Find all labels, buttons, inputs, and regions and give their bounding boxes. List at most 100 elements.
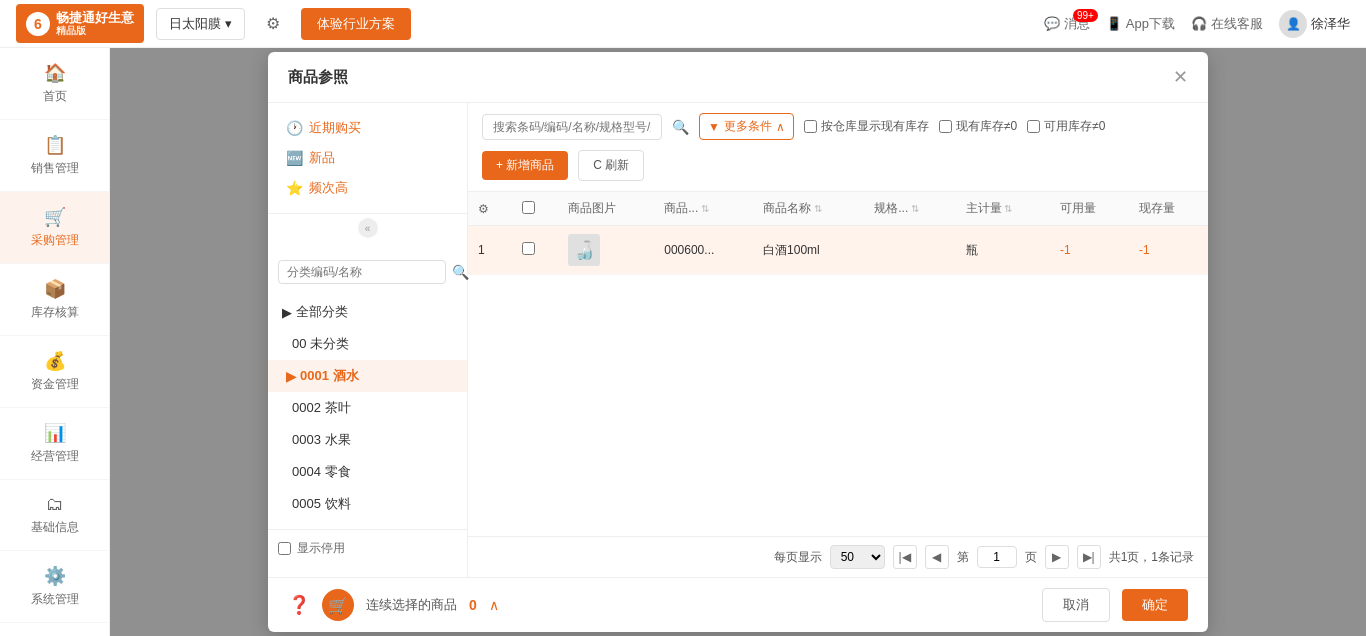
page-total-info: 共1页，1条记录 [1109, 549, 1194, 566]
filter-new[interactable]: 🆕 新品 [278, 143, 457, 173]
checkbox-nonzero[interactable]: 现有库存≠0 [939, 118, 1017, 135]
checkbox-by-warehouse[interactable]: 按仓库显示现有库存 [804, 118, 929, 135]
category-all-label: 全部分类 [296, 303, 348, 321]
page-first-button[interactable]: |◀ [893, 545, 917, 569]
page-number-input[interactable] [977, 546, 1017, 568]
category-0002[interactable]: 0002 茶叶 [268, 392, 467, 424]
page-size-select[interactable]: 50 10 20 100 [830, 545, 885, 569]
filter-frequent[interactable]: ⭐ 频次高 [278, 173, 457, 203]
product-thumbnail: 🍶 [568, 234, 600, 266]
sales-icon: 📋 [44, 134, 66, 156]
sidebar-item-system[interactable]: ⚙️ 系统管理 [0, 551, 109, 623]
show-disabled-checkbox[interactable] [278, 542, 291, 555]
show-disabled-label: 显示停用 [297, 540, 345, 557]
sidebar-item-home[interactable]: 🏠 首页 [0, 48, 109, 120]
right-toolbar: 🔍 ▼ 更多条件 ∧ 按仓库显示现有库存 [468, 103, 1208, 192]
product-search-icon[interactable]: 🔍 [672, 119, 689, 135]
left-panel: 🕐 近期购买 🆕 新品 ⭐ 频次高 [268, 103, 468, 577]
refresh-button[interactable]: C 刷新 [578, 150, 644, 181]
modal-body: 🕐 近期购买 🆕 新品 ⭐ 频次高 [268, 103, 1208, 577]
sidebar-item-sales[interactable]: 📋 销售管理 [0, 120, 109, 192]
modal-title: 商品参照 [288, 68, 348, 87]
help-icon[interactable]: ❓ [288, 594, 310, 616]
col-code[interactable]: 商品... [654, 192, 753, 226]
modal-product-reference: 商品参照 ✕ 🕐 近期购买 🆕 [268, 52, 1208, 632]
app-download-button[interactable]: 📱 App下载 [1106, 15, 1175, 33]
category-0004[interactable]: 0004 零食 [268, 456, 467, 488]
cell-name: 白酒100ml [753, 226, 864, 275]
nonzero-checkbox[interactable] [939, 120, 952, 133]
select-all-checkbox[interactable] [522, 201, 535, 214]
sidebar-label-home: 首页 [43, 88, 67, 105]
content-area: 商品参照 ✕ 🕐 近期购买 🆕 [110, 48, 1366, 636]
sidebar-item-inventory[interactable]: 📦 库存核算 [0, 264, 109, 336]
page-next-button[interactable]: ▶ [1045, 545, 1069, 569]
checkbox-usable-nonzero[interactable]: 可用库存≠0 [1027, 118, 1105, 135]
cell-unit: 瓶 [956, 226, 1050, 275]
category-0005[interactable]: 0005 饮料 [268, 488, 467, 520]
filter-recent-label: 近期购买 [309, 119, 361, 137]
product-table: ⚙ 商品图片 商品... 商品名称 规格... 主计量 可用量 现存量 [468, 192, 1208, 275]
messages-button[interactable]: 💬 消息 99+ [1044, 15, 1090, 33]
sidebar-item-basic[interactable]: 🗂 基础信息 [0, 480, 109, 551]
category-search-input[interactable] [278, 260, 446, 284]
sidebar-item-enterprise[interactable]: 🏢 企业协同 [0, 623, 109, 636]
category-00[interactable]: 00 未分类 [268, 328, 467, 360]
confirm-button[interactable]: 确定 [1122, 589, 1188, 621]
cell-checkbox[interactable] [512, 226, 559, 275]
table-row[interactable]: 1 🍶 000600... 白酒100ml 瓶 [468, 226, 1208, 275]
gear-icon[interactable]: ⚙ [257, 8, 289, 40]
usable-nonzero-checkbox[interactable] [1027, 120, 1040, 133]
category-0008[interactable]: 0008 水 [268, 520, 467, 529]
category-0002-label: 0002 茶叶 [292, 399, 351, 417]
product-search-input[interactable] [482, 114, 662, 140]
dropdown-company[interactable]: 日太阳膜 ▾ [156, 8, 245, 40]
category-search-row: 🔍 [268, 252, 467, 292]
col-available: 可用量 [1050, 192, 1129, 226]
cancel-button[interactable]: 取消 [1042, 588, 1110, 622]
basic-icon: 🗂 [46, 494, 64, 515]
sidebar-label-sales: 销售管理 [31, 160, 79, 177]
collapse-footer-icon[interactable]: ∧ [489, 597, 499, 613]
sidebar-item-finance[interactable]: 💰 资金管理 [0, 336, 109, 408]
user-profile[interactable]: 👤 徐泽华 [1279, 10, 1350, 38]
category-all[interactable]: ▶ 全部分类 [268, 296, 467, 328]
col-name[interactable]: 商品名称 [753, 192, 864, 226]
modal-close-button[interactable]: ✕ [1173, 66, 1188, 88]
category-search-icon[interactable]: 🔍 [452, 264, 469, 280]
phone-icon: 📱 [1106, 16, 1122, 31]
cart-button[interactable]: 🛒 [322, 589, 354, 621]
home-icon: 🏠 [44, 62, 66, 84]
col-image: 商品图片 [558, 192, 654, 226]
right-panel: 🔍 ▼ 更多条件 ∧ 按仓库显示现有库存 [468, 103, 1208, 577]
quick-filters: 🕐 近期购买 🆕 新品 ⭐ 频次高 [268, 113, 467, 214]
col-settings[interactable]: ⚙ [468, 192, 512, 226]
logo-icon: 6 [26, 12, 50, 36]
category-0003[interactable]: 0003 水果 [268, 424, 467, 456]
category-0001[interactable]: ▶ 0001 酒水 [268, 360, 467, 392]
clock-icon: 🕐 [286, 120, 303, 136]
col-unit[interactable]: 主计量 [956, 192, 1050, 226]
page-label-2: 页 [1025, 549, 1037, 566]
chevron-up-icon: ∧ [776, 120, 785, 134]
add-product-button[interactable]: + 新增商品 [482, 151, 568, 180]
customer-service-button[interactable]: 🎧 在线客服 [1191, 15, 1263, 33]
more-filters-button[interactable]: ▼ 更多条件 ∧ [699, 113, 794, 140]
col-spec[interactable]: 规格... [864, 192, 955, 226]
filter-recent[interactable]: 🕐 近期购买 [278, 113, 457, 143]
sidebar-label-finance: 资金管理 [31, 376, 79, 393]
sidebar-item-purchase[interactable]: 🛒 采购管理 [0, 192, 109, 264]
message-badge: 99+ [1073, 9, 1098, 22]
modal-overlay[interactable]: 商品参照 ✕ 🕐 近期购买 🆕 [110, 48, 1366, 636]
collapse-button[interactable]: « [358, 218, 378, 238]
sidebar-item-operations[interactable]: 📊 经营管理 [0, 408, 109, 480]
page-last-button[interactable]: ▶| [1077, 545, 1101, 569]
purchase-icon: 🛒 [44, 206, 66, 228]
page-prev-button[interactable]: ◀ [925, 545, 949, 569]
row-checkbox[interactable] [522, 242, 535, 255]
category-00-label: 00 未分类 [292, 335, 349, 353]
by-warehouse-checkbox[interactable] [804, 120, 817, 133]
logo[interactable]: 6 畅捷通好生意 精品版 [16, 4, 144, 44]
cell-image: 🍶 [558, 226, 654, 275]
trial-button[interactable]: 体验行业方案 [301, 8, 411, 40]
